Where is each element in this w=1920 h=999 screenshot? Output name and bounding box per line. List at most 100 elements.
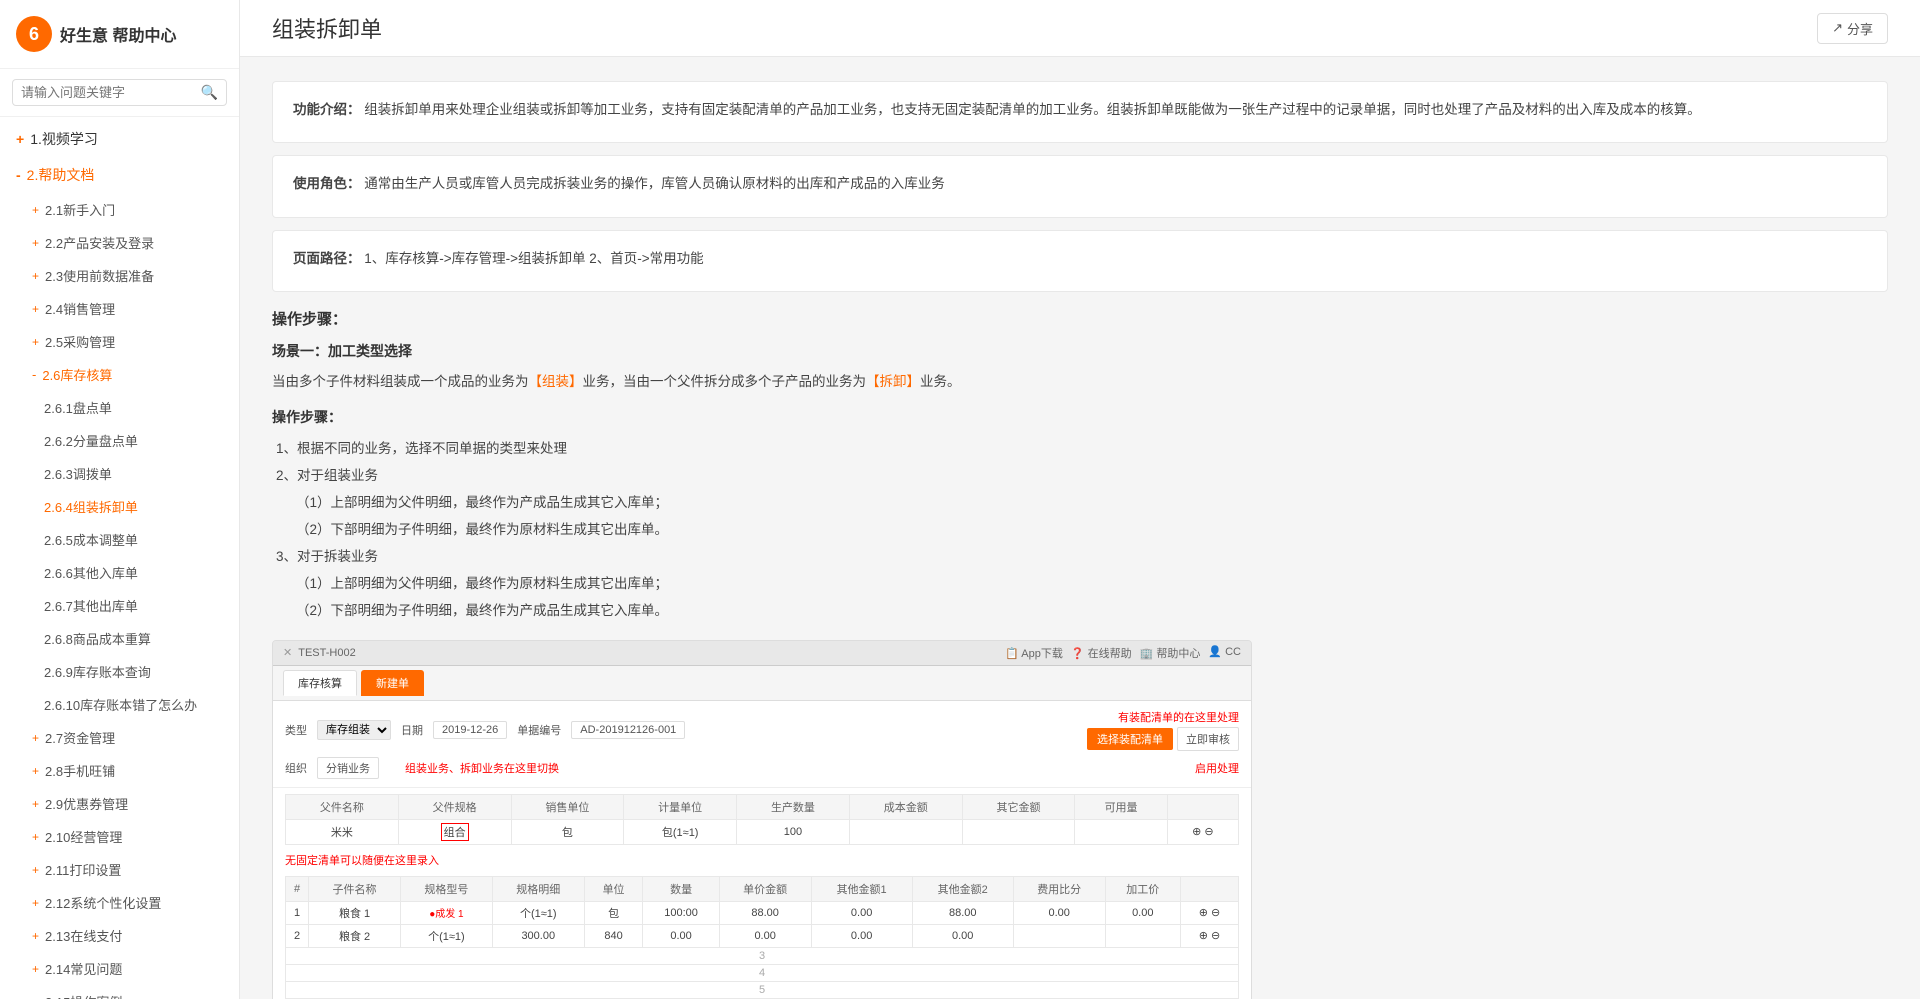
ss-row2-detail: 300.00 — [492, 924, 584, 947]
sidebar-item-210[interactable]: + 2.10经营管理 — [0, 820, 239, 853]
ss-row2-process — [1105, 924, 1180, 947]
sidebar-item-266[interactable]: 2.6.6其他入库单 — [0, 556, 239, 589]
sidebar-item-26[interactable]: - 2.6库存核算 — [0, 358, 239, 391]
sidebar-item-29[interactable]: + 2.9优惠券管理 — [0, 787, 239, 820]
scenario1-title: 场景一：加工类型选择 — [272, 341, 1888, 361]
highlight-disassemble: 【拆卸】 — [866, 374, 920, 389]
sidebar-item-264[interactable]: 2.6.4组装拆卸单 — [0, 490, 239, 523]
expand-icon-210: + — [32, 830, 39, 844]
logo-area: 6 好生意 帮助中心 — [0, 0, 239, 69]
ss-annotation3: 启用处理 — [1195, 760, 1239, 776]
expand-icon-211: + — [32, 863, 39, 877]
sidebar-item-21[interactable]: + 2.1新手入门 — [0, 193, 239, 226]
func-intro-block: 功能介绍： 组装拆卸单用来处理企业组装或拆卸等加工业务，支持有固定装配清单的产品… — [272, 81, 1888, 143]
step2: 2、对于组装业务 — [276, 462, 1888, 489]
sidebar-label-212: 2.12系统个性化设置 — [45, 893, 161, 912]
sidebar-label-2610: 2.6.10库存账本错了怎么办 — [44, 695, 197, 714]
screenshot-container: ✕ TEST-H002 📋 App下载 ❓ 在线帮助 🏢 帮助中心 👤 CC 库… — [272, 640, 1252, 999]
ss-type-label: 类型 — [285, 722, 307, 738]
sidebar-item-2610[interactable]: 2.6.10库存账本错了怎么办 — [0, 688, 239, 721]
ss-title-bar: TEST-H002 — [298, 647, 355, 659]
sidebar-item-28[interactable]: + 2.8手机旺铺 — [0, 754, 239, 787]
ss-tcol5: 数量 — [643, 876, 719, 901]
ss-row1-other2: 88.00 — [912, 901, 1013, 924]
ops-steps-label: 操作步骤： — [272, 407, 1888, 427]
ss-tcol3: 规格明细 — [492, 876, 584, 901]
sidebar-label-211: 2.11打印设置 — [45, 860, 121, 879]
ss-parent-other — [962, 819, 1075, 844]
sidebar-label-267: 2.6.7其他出库单 — [44, 596, 138, 615]
sidebar-label-27: 2.7资金管理 — [45, 728, 115, 747]
ss-tcol7: 其他金额1 — [811, 876, 912, 901]
ss-parent-table: 父件名称 父件规格 销售单位 计量单位 生产数量 成本金额 其它金额 可用量 — [285, 794, 1239, 845]
sidebar-label-29: 2.9优惠券管理 — [45, 794, 128, 813]
sidebar-label-24: 2.4销售管理 — [45, 299, 115, 318]
ss-select-btn[interactable]: 选择装配清单 — [1087, 728, 1173, 750]
ss-row1-num: 1 — [286, 901, 309, 924]
sidebar-label-21: 2.1新手入门 — [45, 200, 115, 219]
ss-parent-spec: 组合 — [398, 819, 511, 844]
sidebar-item-213[interactable]: + 2.13在线支付 — [0, 919, 239, 952]
sidebar-item-24[interactable]: + 2.4销售管理 — [0, 292, 239, 325]
ss-tcol6: 单价金额 — [719, 876, 811, 901]
ss-row1-ops: ⊕ ⊖ — [1180, 901, 1238, 924]
screenshot-inner: 库存核算 新建单 类型 库存组装 日期 2019-12-26 单据编号 AD-2 — [273, 666, 1251, 999]
ss-type-select[interactable]: 库存组装 — [317, 720, 391, 740]
sidebar-item-25[interactable]: + 2.5采购管理 — [0, 325, 239, 358]
ss-row1-process: 0.00 — [1105, 901, 1180, 924]
ss-col3: 销售单位 — [511, 794, 624, 819]
sidebar-item-video[interactable]: + 1.视频学习 — [0, 121, 239, 157]
ss-center-icon: 🏢 帮助中心 — [1140, 645, 1201, 661]
ss-tab-new[interactable]: 新建单 — [361, 670, 424, 696]
func-intro-text: 功能介绍： 组装拆卸单用来处理企业组装或拆卸等加工业务，支持有固定装配清单的产品… — [293, 98, 1867, 122]
expand-icon-docs: - — [16, 167, 21, 183]
expand-icon-21: + — [32, 203, 39, 217]
path-content: 1、库存核算->库存管理->组装拆卸单 2、首页->常用功能 — [364, 251, 703, 266]
sidebar-item-211[interactable]: + 2.11打印设置 — [0, 853, 239, 886]
sidebar-item-269[interactable]: 2.6.9库存账本查询 — [0, 655, 239, 688]
sidebar-item-265[interactable]: 2.6.5成本调整单 — [0, 523, 239, 556]
ss-row1-name: 粮食 1 — [309, 901, 401, 924]
sidebar-item-22[interactable]: + 2.2产品安装及登录 — [0, 226, 239, 259]
func-intro-label: 功能介绍： — [293, 102, 361, 117]
expand-icon-27: + — [32, 731, 39, 745]
ss-col1: 父件名称 — [286, 794, 399, 819]
ss-tcol10: 加工价 — [1105, 876, 1180, 901]
expand-icon-214: + — [32, 962, 39, 976]
sidebar-item-23[interactable]: + 2.3使用前数据准备 — [0, 259, 239, 292]
sidebar-label-26: 2.6库存核算 — [42, 365, 112, 384]
ss-row2-num: 2 — [286, 924, 309, 947]
role-block: 使用角色： 通常由生产人员或库管人员完成拆装业务的操作，库管人员确认原材料的出库… — [272, 155, 1888, 217]
role-content: 通常由生产人员或库管人员完成拆装业务的操作，库管人员确认原材料的出库和产成品的入… — [364, 176, 945, 191]
sidebar-item-263[interactable]: 2.6.3调拨单 — [0, 457, 239, 490]
step2-sub2: （2）下部明细为子件明细，最终作为原材料生成其它出库单。 — [296, 516, 1888, 543]
share-button[interactable]: ↗ 分享 — [1817, 13, 1888, 44]
ss-parent-salesunit: 包 — [511, 819, 624, 844]
sidebar-label-265: 2.6.5成本调整单 — [44, 530, 138, 549]
ss-parent-avail — [1075, 819, 1167, 844]
sidebar-item-214[interactable]: + 2.14常见问题 — [0, 952, 239, 985]
sidebar-item-268[interactable]: 2.6.8商品成本重算 — [0, 622, 239, 655]
sidebar-item-212[interactable]: + 2.12系统个性化设置 — [0, 886, 239, 919]
ss-parent-unit: 包(1≈1) — [624, 819, 737, 844]
step3-sub2: （2）下部明细为子件明细，最终作为产成品生成其它入库单。 — [296, 597, 1888, 624]
ss-submit-btn[interactable]: 立即审核 — [1177, 727, 1239, 751]
sidebar-item-docs[interactable]: - 2.帮助文档 — [0, 157, 239, 193]
expand-icon-24: + — [32, 302, 39, 316]
sidebar-item-215[interactable]: + 2.15操作案例 — [0, 985, 239, 999]
sidebar-item-262[interactable]: 2.6.2分量盘点单 — [0, 424, 239, 457]
search-icon[interactable]: 🔍 — [201, 84, 218, 101]
sidebar-label-213: 2.13在线支付 — [45, 926, 122, 945]
sidebar-label-263: 2.6.3调拨单 — [44, 464, 112, 483]
expand-icon-25: + — [32, 335, 39, 349]
expand-icon-23: + — [32, 269, 39, 283]
ss-col5: 生产数量 — [737, 794, 850, 819]
ss-tcol4: 单位 — [584, 876, 643, 901]
sidebar-item-261[interactable]: 2.6.1盘点单 — [0, 391, 239, 424]
ss-row2-name: 粮食 2 — [309, 924, 401, 947]
search-input[interactable] — [21, 85, 201, 100]
ss-tab-inventory[interactable]: 库存核算 — [283, 670, 357, 696]
sidebar-item-267[interactable]: 2.6.7其他出库单 — [0, 589, 239, 622]
sidebar-item-27[interactable]: + 2.7资金管理 — [0, 721, 239, 754]
ss-row1-unit: 包 — [584, 901, 643, 924]
